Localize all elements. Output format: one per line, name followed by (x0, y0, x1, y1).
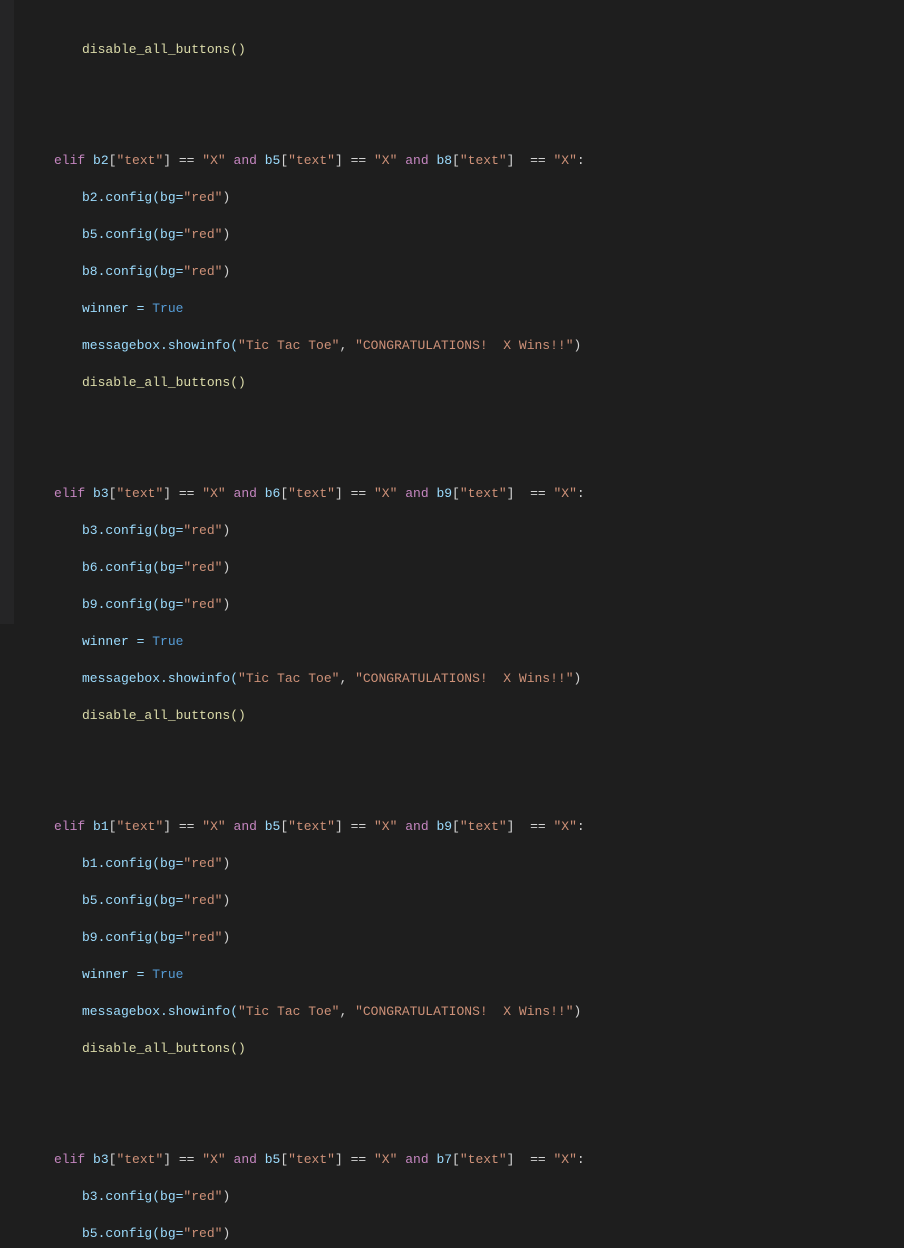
code-line: b3.config(bg="red") (26, 1188, 904, 1207)
code-line: elif b2["text"] == "X" and b5["text"] ==… (26, 152, 904, 171)
code-line: b9.config(bg="red") (26, 596, 904, 615)
blank-line (26, 1077, 904, 1096)
code-line: disable_all_buttons() (26, 374, 904, 393)
code-line: disable_all_buttons() (26, 41, 904, 60)
blank-line (26, 78, 904, 97)
code-line: winner = True (26, 633, 904, 652)
code-line: b5.config(bg="red") (26, 226, 904, 245)
blank-line (26, 411, 904, 430)
code-line: disable_all_buttons() (26, 707, 904, 726)
code-line: disable_all_buttons() (26, 1040, 904, 1059)
code-line: b3.config(bg="red") (26, 522, 904, 541)
code-line: messagebox.showinfo("Tic Tac Toe", "CONG… (26, 670, 904, 689)
code-line: messagebox.showinfo("Tic Tac Toe", "CONG… (26, 337, 904, 356)
blank-line (26, 744, 904, 763)
code-line: b9.config(bg="red") (26, 929, 904, 948)
code-line: winner = True (26, 966, 904, 985)
editor-gutter (0, 0, 14, 624)
code-line: b2.config(bg="red") (26, 189, 904, 208)
code-line: elif b1["text"] == "X" and b5["text"] ==… (26, 818, 904, 837)
code-line: elif b3["text"] == "X" and b6["text"] ==… (26, 485, 904, 504)
code-line: b1.config(bg="red") (26, 855, 904, 874)
code-line: b5.config(bg="red") (26, 892, 904, 911)
code-line: b8.config(bg="red") (26, 263, 904, 282)
code-editor[interactable]: disable_all_buttons() elif b2["text"] ==… (0, 4, 904, 1248)
code-line: elif b3["text"] == "X" and b5["text"] ==… (26, 1151, 904, 1170)
code-line: messagebox.showinfo("Tic Tac Toe", "CONG… (26, 1003, 904, 1022)
code-line: b6.config(bg="red") (26, 559, 904, 578)
code-line: b5.config(bg="red") (26, 1225, 904, 1244)
fn-call: disable_all_buttons() (82, 42, 246, 57)
code-line: winner = True (26, 300, 904, 319)
